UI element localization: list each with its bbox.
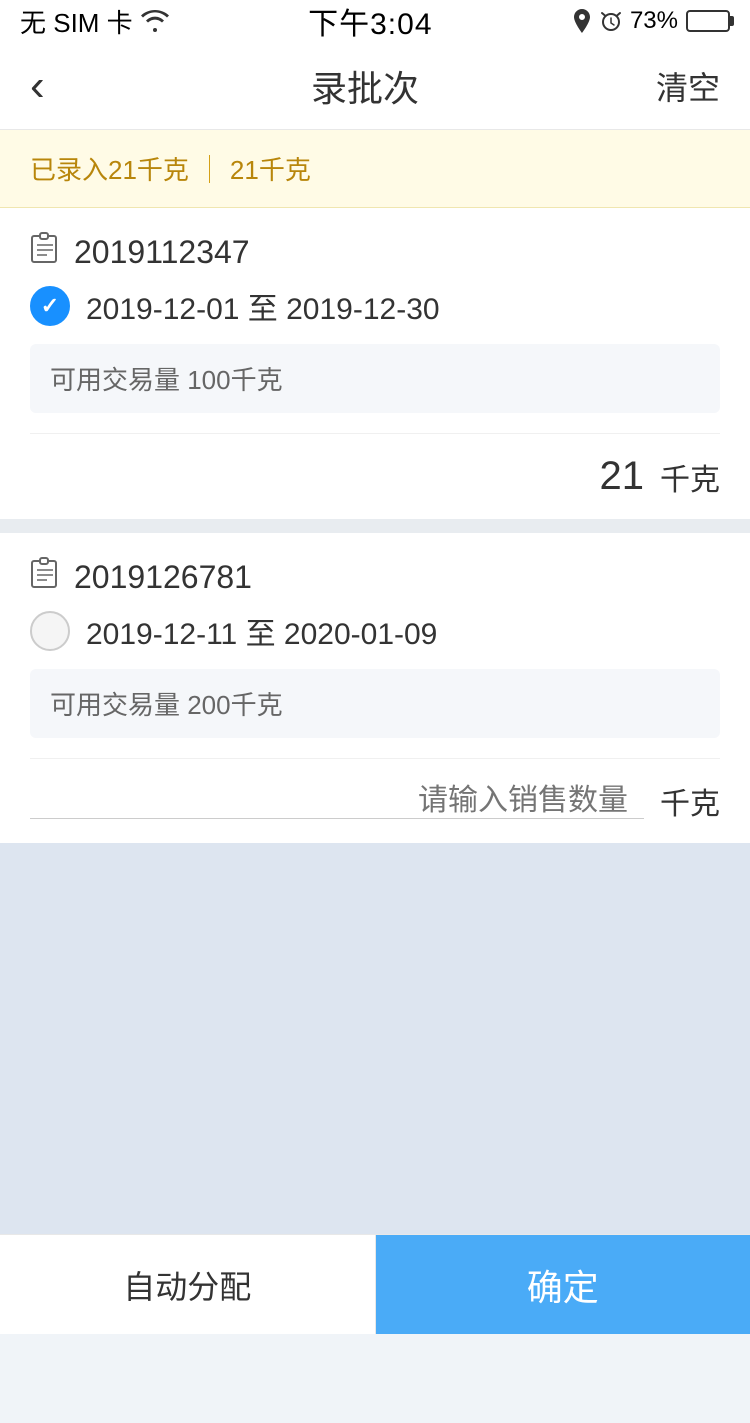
status-time: 下午3:04 <box>308 0 432 43</box>
quantity-input-2[interactable] <box>30 784 644 818</box>
radio-2[interactable] <box>30 611 70 651</box>
batch-id-text-1: 2019112347 <box>74 234 250 271</box>
batch-id-text-2: 2019126781 <box>74 559 252 596</box>
batch-date-row-1[interactable]: ✓ 2019-12-01 至 2019-12-30 <box>30 284 720 328</box>
batch-item-2: 2019126781 2019-12-11 至 2020-01-09 可用交易量… <box>0 533 750 843</box>
recorded-value: 21千克 <box>230 150 311 187</box>
confirm-button[interactable]: 确定 <box>376 1235 750 1334</box>
batch-available-1: 可用交易量 100千克 <box>30 344 720 413</box>
back-button[interactable]: ‹ <box>30 61 90 111</box>
clear-button[interactable]: 清空 <box>640 63 720 109</box>
batch-item-1: 2019112347 ✓ 2019-12-01 至 2019-12-30 可用交… <box>0 208 750 519</box>
status-bar: 无 SIM 卡 下午3:04 73% <box>0 0 750 42</box>
footer: 自动分配 确定 <box>0 1234 750 1334</box>
battery-text: 73% <box>630 7 678 35</box>
batch-id-icon-1 <box>30 232 62 272</box>
wifi-icon <box>141 10 169 32</box>
auto-distribute-button[interactable]: 自动分配 <box>0 1235 376 1334</box>
batch-header-1: 2019112347 <box>30 232 720 272</box>
batch-id-icon-2 <box>30 557 62 597</box>
location-icon <box>572 9 592 33</box>
batch-date-2: 2019-12-11 至 2020-01-09 <box>86 609 437 653</box>
batch-header-2: 2019126781 <box>30 557 720 597</box>
check-icon-1: ✓ <box>41 293 59 319</box>
nav-bar: ‹ 录批次 清空 <box>0 42 750 130</box>
recorded-label: 已录入21千克 <box>30 150 189 187</box>
info-banner: 已录入21千克 21千克 <box>0 130 750 208</box>
quantity-input-line-2 <box>30 784 644 819</box>
status-left: 无 SIM 卡 <box>20 3 169 40</box>
battery-icon <box>686 10 730 32</box>
quantity-unit-2: 千克 <box>660 779 720 823</box>
alarm-icon <box>600 9 622 33</box>
status-right: 73% <box>572 7 730 35</box>
batch-date-row-2[interactable]: 2019-12-11 至 2020-01-09 <box>30 609 720 653</box>
sim-text: 无 SIM 卡 <box>20 3 133 40</box>
batch-quantity-row-2: 千克 <box>30 758 720 843</box>
info-divider <box>209 155 210 183</box>
batch-available-2: 可用交易量 200千克 <box>30 669 720 738</box>
section-divider <box>0 519 750 533</box>
batch-quantity-row-1: 21 千克 <box>30 433 720 519</box>
main-content: 已录入21千克 21千克 2019112347 ✓ 2019-12-01 至 2… <box>0 130 750 1423</box>
quantity-value-1: 21 <box>600 454 645 499</box>
radio-1[interactable]: ✓ <box>30 286 70 326</box>
batch-date-1: 2019-12-01 至 2019-12-30 <box>86 284 440 328</box>
page-title: 录批次 <box>311 60 419 112</box>
quantity-unit-1: 千克 <box>660 455 720 499</box>
